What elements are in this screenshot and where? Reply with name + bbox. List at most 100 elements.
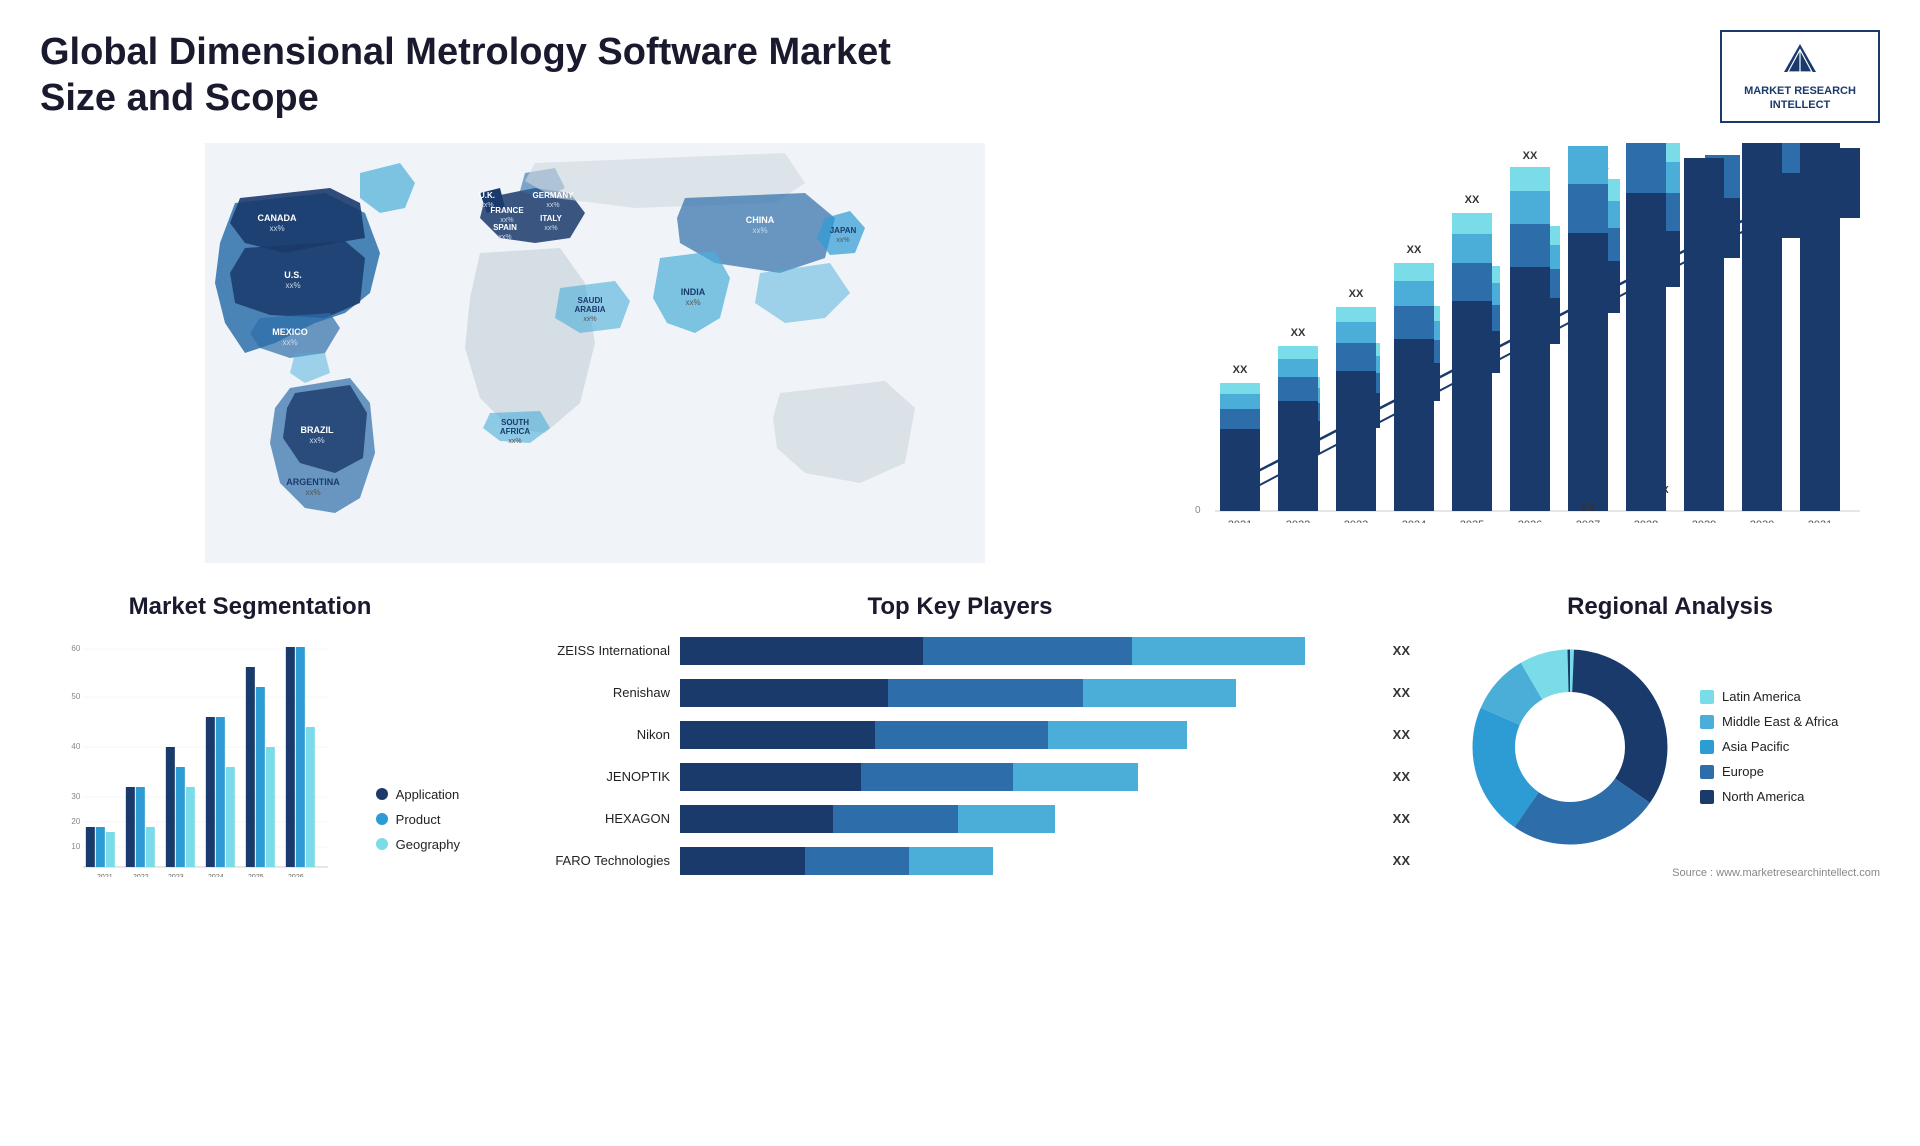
- segmentation-svg: 60 50 40 30 20 10: [40, 637, 356, 877]
- svg-text:CANADA: CANADA: [258, 213, 297, 223]
- bar-seg-1: [680, 805, 833, 833]
- bar-seg-1: [680, 721, 875, 749]
- legend-color-apac: [1700, 740, 1714, 754]
- donut-svg: [1460, 637, 1680, 857]
- legend-dot-product: [376, 813, 388, 825]
- legend-label-application: Application: [396, 787, 460, 802]
- bar-chart-wrapper: XX XX XX XX: [1180, 143, 1880, 563]
- legend-label-geography: Geography: [396, 837, 460, 852]
- bar-seg-2: [875, 721, 1049, 749]
- player-name-hexagon: HEXAGON: [510, 811, 670, 826]
- market-size-bar-chart-2: 0 XX 202: [1180, 143, 1880, 563]
- svg-text:2021: 2021: [97, 874, 113, 877]
- svg-text:40: 40: [71, 742, 80, 751]
- player-bars-renishaw: [680, 679, 1375, 707]
- svg-text:60: 60: [71, 644, 80, 653]
- svg-text:GERMANY: GERMANY: [533, 191, 575, 200]
- svg-text:XX: XX: [1523, 150, 1538, 162]
- svg-text:XX: XX: [1349, 288, 1364, 300]
- bar-seg-3: [1048, 721, 1187, 749]
- legend-application: Application: [376, 787, 460, 802]
- svg-text:ARABIA: ARABIA: [574, 305, 605, 314]
- legend-asia-pacific: Asia Pacific: [1700, 739, 1838, 754]
- svg-text:INDIA: INDIA: [681, 287, 706, 297]
- svg-text:XX: XX: [1291, 327, 1306, 339]
- legend-text-na: North America: [1722, 789, 1804, 804]
- svg-text:CHINA: CHINA: [746, 215, 775, 225]
- legend-color-na: [1700, 790, 1714, 804]
- svg-text:FRANCE: FRANCE: [490, 206, 524, 215]
- svg-text:50: 50: [71, 692, 80, 701]
- bar-seg-3: [1013, 763, 1138, 791]
- svg-text:2025: 2025: [1460, 519, 1484, 531]
- svg-text:SOUTH: SOUTH: [501, 418, 529, 427]
- legend-text-europe: Europe: [1722, 764, 1764, 779]
- legend-label-product: Product: [396, 812, 441, 827]
- svg-text:2024: 2024: [1402, 519, 1426, 531]
- svg-text:xx%: xx%: [546, 202, 559, 209]
- svg-text:xx%: xx%: [836, 237, 849, 244]
- regional-analysis-area: Regional Analysis: [1460, 593, 1880, 889]
- legend-north-america: North America: [1700, 789, 1838, 804]
- regional-legend: Latin America Middle East & Africa Asia …: [1700, 689, 1838, 804]
- legend-europe: Europe: [1700, 764, 1838, 779]
- bar-seg-2: [923, 637, 1131, 665]
- svg-text:XX: XX: [1407, 244, 1422, 256]
- svg-text:xx%: xx%: [583, 316, 596, 323]
- player-value-zeiss: XX: [1393, 643, 1410, 658]
- svg-text:xx%: xx%: [285, 281, 300, 290]
- map-container: CANADA xx% U.S. xx% MEXICO xx% BRAZIL xx…: [40, 143, 1150, 563]
- bar-seg-3: [1083, 679, 1236, 707]
- svg-text:2025: 2025: [248, 874, 264, 877]
- world-map-area: CANADA xx% U.S. xx% MEXICO xx% BRAZIL xx…: [40, 143, 1150, 563]
- player-name-jenoptik: JENOPTIK: [510, 769, 670, 784]
- key-players-title: Top Key Players: [490, 593, 1430, 621]
- svg-text:10: 10: [71, 842, 80, 851]
- logo: MARKET RESEARCH INTELLECT: [1720, 30, 1880, 123]
- legend-color-europe: [1700, 765, 1714, 779]
- svg-text:2027: 2027: [1576, 519, 1600, 531]
- svg-text:2022: 2022: [133, 874, 149, 877]
- svg-text:2028: 2028: [1634, 519, 1658, 531]
- legend-middle-east: Middle East & Africa: [1700, 714, 1838, 729]
- bar-seg-3: [1132, 637, 1306, 665]
- svg-text:xx%: xx%: [544, 225, 557, 232]
- svg-text:xx%: xx%: [685, 298, 700, 307]
- player-name-zeiss: ZEISS International: [510, 643, 670, 658]
- segmentation-chart-container: 60 50 40 30 20 10: [40, 637, 460, 882]
- svg-text:30: 30: [71, 792, 80, 801]
- source-text: Source : www.marketresearchintellect.com: [1460, 867, 1880, 879]
- svg-text:2024: 2024: [208, 874, 224, 877]
- player-row-zeiss: ZEISS International XX: [510, 637, 1410, 665]
- page-header: Global Dimensional Metrology Software Ma…: [40, 30, 1880, 123]
- player-bars-zeiss: [680, 637, 1375, 665]
- svg-text:xx%: xx%: [498, 234, 511, 241]
- player-name-renishaw: Renishaw: [510, 685, 670, 700]
- players-chart: ZEISS International XX Renishaw XX N: [490, 637, 1430, 875]
- bar-seg-2: [833, 805, 958, 833]
- legend-product: Product: [376, 812, 460, 827]
- svg-text:xx%: xx%: [282, 338, 297, 347]
- svg-text:2021: 2021: [1228, 519, 1252, 531]
- svg-text:20: 20: [71, 817, 80, 826]
- legend-text-apac: Asia Pacific: [1722, 739, 1789, 754]
- regional-content: Latin America Middle East & Africa Asia …: [1460, 637, 1880, 857]
- player-row-hexagon: HEXAGON XX: [510, 805, 1410, 833]
- world-map-svg: CANADA xx% U.S. xx% MEXICO xx% BRAZIL xx…: [40, 143, 1150, 563]
- bar-seg-1: [680, 763, 861, 791]
- svg-text:xx%: xx%: [269, 224, 284, 233]
- legend-latin-america: Latin America: [1700, 689, 1838, 704]
- player-bars-hexagon: [680, 805, 1375, 833]
- player-name-nikon: Nikon: [510, 727, 670, 742]
- logo-icon: [1780, 40, 1820, 80]
- svg-text:2026: 2026: [1518, 519, 1542, 531]
- svg-text:U.S.: U.S.: [284, 270, 302, 280]
- player-value-renishaw: XX: [1393, 685, 1410, 700]
- player-bars-faro: [680, 847, 1375, 875]
- legend-text-latin: Latin America: [1722, 689, 1801, 704]
- legend-color-mea: [1700, 715, 1714, 729]
- player-bars-nikon: [680, 721, 1375, 749]
- svg-text:xx%: xx%: [309, 436, 324, 445]
- svg-text:AFRICA: AFRICA: [500, 427, 530, 436]
- player-name-faro: FARO Technologies: [510, 853, 670, 868]
